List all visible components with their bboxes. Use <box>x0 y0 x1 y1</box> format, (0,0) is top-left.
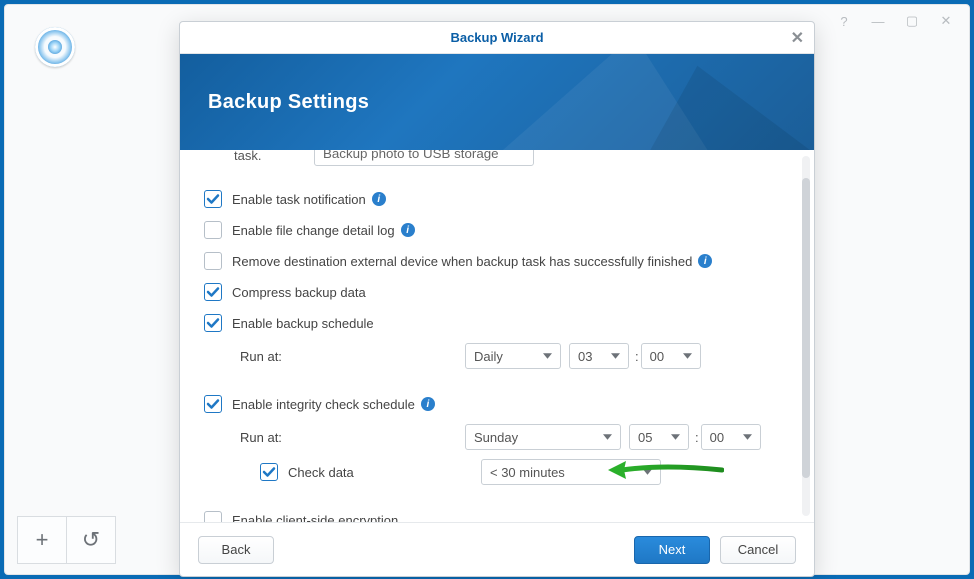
wizard-titlebar: Backup Wizard ✕ <box>180 22 814 54</box>
backup-frequency-select[interactable]: Daily <box>465 343 561 369</box>
backup-minute-select[interactable]: 00 <box>641 343 701 369</box>
wizard-footer: Back Next Cancel <box>180 522 814 576</box>
backup-runat-label: Run at: <box>240 349 465 364</box>
integrity-label: Enable integrity check schedule <box>232 397 415 412</box>
backup-schedule-checkbox[interactable] <box>204 314 222 332</box>
enable-filechange-label: Enable file change detail log <box>232 223 395 238</box>
remove-destination-checkbox[interactable] <box>204 252 222 270</box>
close-icon[interactable]: ✕ <box>937 13 955 29</box>
chevron-down-icon <box>633 469 652 475</box>
check-data-checkbox[interactable] <box>260 463 278 481</box>
cancel-button[interactable]: Cancel <box>720 536 796 564</box>
check-data-duration-value: < 30 minutes <box>490 465 565 480</box>
chevron-down-icon <box>673 353 692 359</box>
chevron-down-icon <box>661 434 680 440</box>
time-separator: : <box>635 349 639 364</box>
integrity-minute-select[interactable]: 00 <box>701 424 761 450</box>
scrollbar-thumb[interactable] <box>802 178 810 478</box>
time-separator: : <box>695 430 699 445</box>
info-icon[interactable]: i <box>698 254 712 268</box>
backup-hour-select[interactable]: 03 <box>569 343 629 369</box>
enable-notification-label: Enable task notification <box>232 192 366 207</box>
history-button[interactable]: ↺ <box>66 516 116 564</box>
add-button[interactable]: + <box>17 516 67 564</box>
next-button[interactable]: Next <box>634 536 710 564</box>
integrity-hour-value: 05 <box>638 430 652 445</box>
close-icon[interactable]: ✕ <box>791 28 804 48</box>
history-icon: ↺ <box>82 527 100 553</box>
chevron-down-icon <box>533 353 552 359</box>
settings-scrollpane: task. Enable task notification i Enable … <box>204 150 804 522</box>
page-title: Backup Settings <box>208 91 369 114</box>
wizard-title: Backup Wizard <box>450 30 543 45</box>
remove-destination-label: Remove destination external device when … <box>232 254 692 269</box>
integrity-checkbox[interactable] <box>204 395 222 413</box>
back-button[interactable]: Back <box>198 536 274 564</box>
integrity-day-value: Sunday <box>474 430 518 445</box>
app-window: ? — ▢ ✕ + ↺ Backup Wizard ✕ Backup Setti… <box>4 4 970 575</box>
integrity-hour-select[interactable]: 05 <box>629 424 689 450</box>
backup-minute-value: 00 <box>650 349 664 364</box>
check-data-duration-select[interactable]: < 30 minutes <box>481 459 661 485</box>
app-logo-icon <box>35 27 75 67</box>
backup-schedule-label: Enable backup schedule <box>232 316 374 331</box>
chevron-down-icon <box>733 434 752 440</box>
compress-checkbox[interactable] <box>204 283 222 301</box>
minimize-icon[interactable]: — <box>869 14 887 29</box>
chevron-down-icon <box>593 434 612 440</box>
backup-hour-value: 03 <box>578 349 592 364</box>
bottom-toolbar: + ↺ <box>17 516 115 564</box>
compress-label: Compress backup data <box>232 285 366 300</box>
enable-notification-checkbox[interactable] <box>204 190 222 208</box>
integrity-minute-value: 00 <box>710 430 724 445</box>
enable-filechange-checkbox[interactable] <box>204 221 222 239</box>
info-icon[interactable]: i <box>421 397 435 411</box>
help-icon[interactable]: ? <box>835 14 853 29</box>
task-name-input[interactable] <box>314 150 534 166</box>
check-data-label: Check data <box>288 465 481 480</box>
client-encryption-checkbox[interactable] <box>204 511 222 522</box>
info-icon[interactable]: i <box>401 223 415 237</box>
client-encryption-label: Enable client-side encryption <box>232 513 398 523</box>
wizard-dialog: Backup Wizard ✕ Backup Settings task. En… <box>179 21 815 577</box>
integrity-day-select[interactable]: Sunday <box>465 424 621 450</box>
task-label: task. <box>234 150 314 163</box>
backup-frequency-value: Daily <box>474 349 503 364</box>
chevron-down-icon <box>601 353 620 359</box>
integrity-runat-label: Run at: <box>240 430 465 445</box>
scrollbar[interactable] <box>802 156 810 516</box>
outer-window-controls: ? — ▢ ✕ <box>835 13 955 29</box>
wizard-banner: Backup Settings <box>180 54 814 150</box>
maximize-icon[interactable]: ▢ <box>903 13 921 29</box>
info-icon[interactable]: i <box>372 192 386 206</box>
